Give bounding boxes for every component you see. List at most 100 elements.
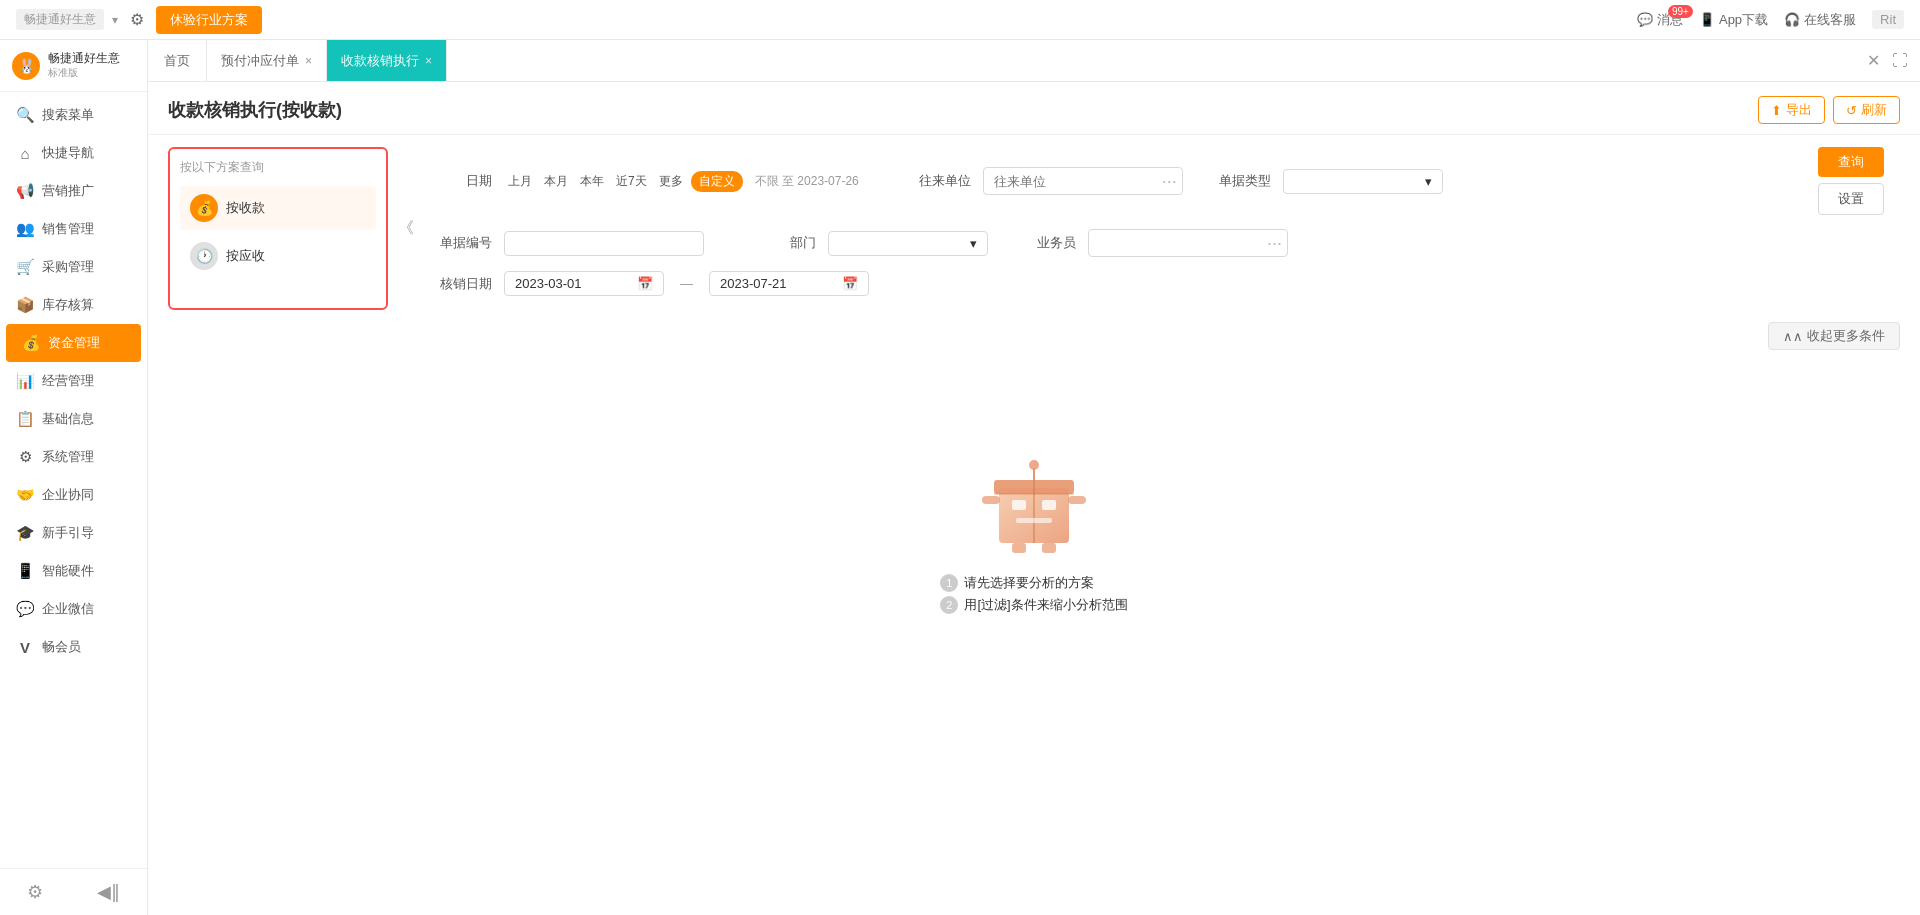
partner-input-wrap[interactable]: ··· <box>983 167 1183 195</box>
sidebar-settings-btn[interactable]: ⚙ <box>19 877 51 907</box>
main-layout: 🐰 畅捷通好生意 标准版 🔍 搜索菜单 ⌂ 快捷导航 📢 营销推广 👥 销售管理 <box>0 40 1920 915</box>
sidebar-item-purchase-label: 采购管理 <box>42 258 94 276</box>
page-header: 收款核销执行(按收款) ⬆ 导出 ↺ 刷新 <box>148 82 1920 135</box>
tab-home[interactable]: 首页 <box>148 40 207 81</box>
query-actions: 查询 设置 <box>1818 147 1884 215</box>
sidebar-item-member[interactable]: V 畅会员 <box>0 628 147 666</box>
filter-mode-selector: 按以下方案查询 💰 按收款 🕐 按应收 <box>168 147 388 310</box>
search-icon: 🔍 <box>16 106 34 124</box>
collapse-more-btn[interactable]: ∧∧ 收起更多条件 <box>1768 322 1900 350</box>
verify-date-start-field[interactable]: 2023-03-01 📅 <box>504 271 664 296</box>
dept-select[interactable]: ▾ <box>828 231 988 256</box>
date-btn-more[interactable]: 更多 <box>655 171 687 192</box>
service-label: 在线客服 <box>1804 11 1856 29</box>
member-icon: V <box>16 639 34 656</box>
sidebar-item-basic-label: 基础信息 <box>42 410 94 428</box>
sidebar-item-search[interactable]: 🔍 搜索菜单 <box>0 96 147 134</box>
msg-btn[interactable]: 💬 消息 99+ <box>1637 11 1683 29</box>
date-btn-this-year[interactable]: 本年 <box>576 171 608 192</box>
sidebar-item-sales[interactable]: 👥 销售管理 <box>0 210 147 248</box>
sidebar-item-search-label: 搜索菜单 <box>42 106 94 124</box>
filter-row-1: 日期 上月 本月 本年 近7天 更多 自定义 不限 至 2023-07-26 往… <box>432 147 1884 215</box>
doc-no-label: 单据编号 <box>432 234 492 252</box>
user-info[interactable]: Rit <box>1872 10 1904 29</box>
sidebar-item-purchase[interactable]: 🛒 采购管理 <box>0 248 147 286</box>
date-btn-this-month[interactable]: 本月 <box>540 171 572 192</box>
sidebar-item-inventory[interactable]: 📦 库存核算 <box>0 286 147 324</box>
sidebar-item-wechat[interactable]: 💬 企业微信 <box>0 590 147 628</box>
staff-input[interactable] <box>1099 236 1267 251</box>
finance-icon: 💰 <box>22 334 40 352</box>
partner-dots-icon[interactable]: ··· <box>1162 172 1177 190</box>
sidebar-item-basic[interactable]: 📋 基础信息 <box>0 400 147 438</box>
page-title: 收款核销执行(按收款) <box>168 98 342 122</box>
query-btn[interactable]: 查询 <box>1818 147 1884 177</box>
filter-row-2: 单据编号 部门 ▾ 业务员 ··· <box>432 229 1884 257</box>
filter-option-by-receivable[interactable]: 🕐 按应收 <box>180 234 376 278</box>
sidebar-item-hardware[interactable]: 📱 智能硬件 <box>0 552 147 590</box>
refresh-icon: ↺ <box>1846 103 1857 118</box>
partner-input[interactable] <box>994 174 1162 189</box>
home-icon: ⌂ <box>16 145 34 162</box>
tab-receipt-verify-close[interactable]: × <box>425 54 432 68</box>
app-icon: 📱 <box>1699 12 1715 27</box>
date-btn-last-month[interactable]: 上月 <box>504 171 536 192</box>
export-btn[interactable]: ⬆ 导出 <box>1758 96 1825 124</box>
date-shortcuts: 上月 本月 本年 近7天 更多 自定义 <box>504 171 743 192</box>
app-download-btn[interactable]: 📱 App下载 <box>1699 11 1768 29</box>
partner-label: 往来单位 <box>911 172 971 190</box>
setting-btn[interactable]: 设置 <box>1818 183 1884 215</box>
sidebar-bottom: ⚙ ◀‖ <box>0 868 147 915</box>
by-receipt-icon: 💰 <box>190 194 218 222</box>
filter-option-by-receipt[interactable]: 💰 按收款 <box>180 186 376 230</box>
service-icon: 🎧 <box>1784 12 1800 27</box>
tab-receipt-verify[interactable]: 收款核销执行 × <box>327 40 447 81</box>
dept-chevron-icon: ▾ <box>970 236 977 251</box>
tab-receipt-verify-label: 收款核销执行 <box>341 52 419 70</box>
service-btn[interactable]: 🎧 在线客服 <box>1784 11 1856 29</box>
filter-collapse-toggle[interactable]: 《 <box>396 147 416 310</box>
sidebar-item-system[interactable]: ⚙ 系统管理 <box>0 438 147 476</box>
operation-icon: 📊 <box>16 372 34 390</box>
staff-label: 业务员 <box>1016 234 1076 252</box>
svg-rect-6 <box>1016 518 1052 523</box>
industry-btn[interactable]: 休验行业方案 <box>156 6 262 34</box>
sidebar-item-operation[interactable]: 📊 经营管理 <box>0 362 147 400</box>
empty-hint-2: 用[过滤]条件来缩小分析范围 <box>964 596 1127 614</box>
verify-date-end-field[interactable]: 2023-07-21 📅 <box>709 271 869 296</box>
sidebar-item-guide[interactable]: 🎓 新手引导 <box>0 514 147 552</box>
hint-num-2: 2 <box>940 596 958 614</box>
sidebar-item-member-label: 畅会员 <box>42 638 81 656</box>
sidebar-item-finance[interactable]: 💰 资金管理 <box>6 324 141 362</box>
date-btn-7days[interactable]: 近7天 <box>612 171 651 192</box>
tab-prepay-close[interactable]: × <box>305 54 312 68</box>
svg-rect-10 <box>1042 543 1056 553</box>
doc-no-input[interactable] <box>504 231 704 256</box>
collapse-more-label: 收起更多条件 <box>1807 327 1885 345</box>
sidebar-item-sales-label: 销售管理 <box>42 220 94 238</box>
sidebar-item-quicknav[interactable]: ⌂ 快捷导航 <box>0 134 147 172</box>
top-bar-logo: 畅捷通好生意 <box>16 9 104 30</box>
verify-date-label: 核销日期 <box>432 275 492 293</box>
staff-dots-icon[interactable]: ··· <box>1267 234 1282 252</box>
sidebar-logo: 🐰 畅捷通好生意 标准版 <box>0 40 147 92</box>
staff-input-wrap[interactable]: ··· <box>1088 229 1288 257</box>
filter-row-3: 核销日期 2023-03-01 📅 — 2023-07-21 📅 <box>432 271 1884 296</box>
chevron-down-icon: ▾ <box>1425 174 1432 189</box>
refresh-btn[interactable]: ↺ 刷新 <box>1833 96 1900 124</box>
svg-rect-8 <box>1068 496 1086 504</box>
tab-close-icon[interactable]: ✕ <box>1863 47 1884 74</box>
sidebar-item-marketing-label: 营销推广 <box>42 182 94 200</box>
tab-prepay[interactable]: 预付冲应付单 × <box>207 40 327 81</box>
top-bar-dropdown-arrow[interactable]: ▾ <box>112 13 118 27</box>
sidebar-item-marketing[interactable]: 📢 营销推广 <box>0 172 147 210</box>
sidebar-item-collab[interactable]: 🤝 企业协同 <box>0 476 147 514</box>
top-bar-gear-icon[interactable]: ⚙ <box>130 10 144 29</box>
tab-expand-icon[interactable]: ⛶ <box>1888 48 1912 74</box>
doc-type-select[interactable]: ▾ <box>1283 169 1443 194</box>
sidebar-item-wechat-label: 企业微信 <box>42 600 94 618</box>
calendar-start-icon: 📅 <box>637 276 653 291</box>
sidebar-collapse-btn[interactable]: ◀‖ <box>89 877 128 907</box>
top-bar-right: 💬 消息 99+ 📱 App下载 🎧 在线客服 Rit <box>1637 10 1904 29</box>
date-custom-tag[interactable]: 自定义 <box>691 171 743 192</box>
